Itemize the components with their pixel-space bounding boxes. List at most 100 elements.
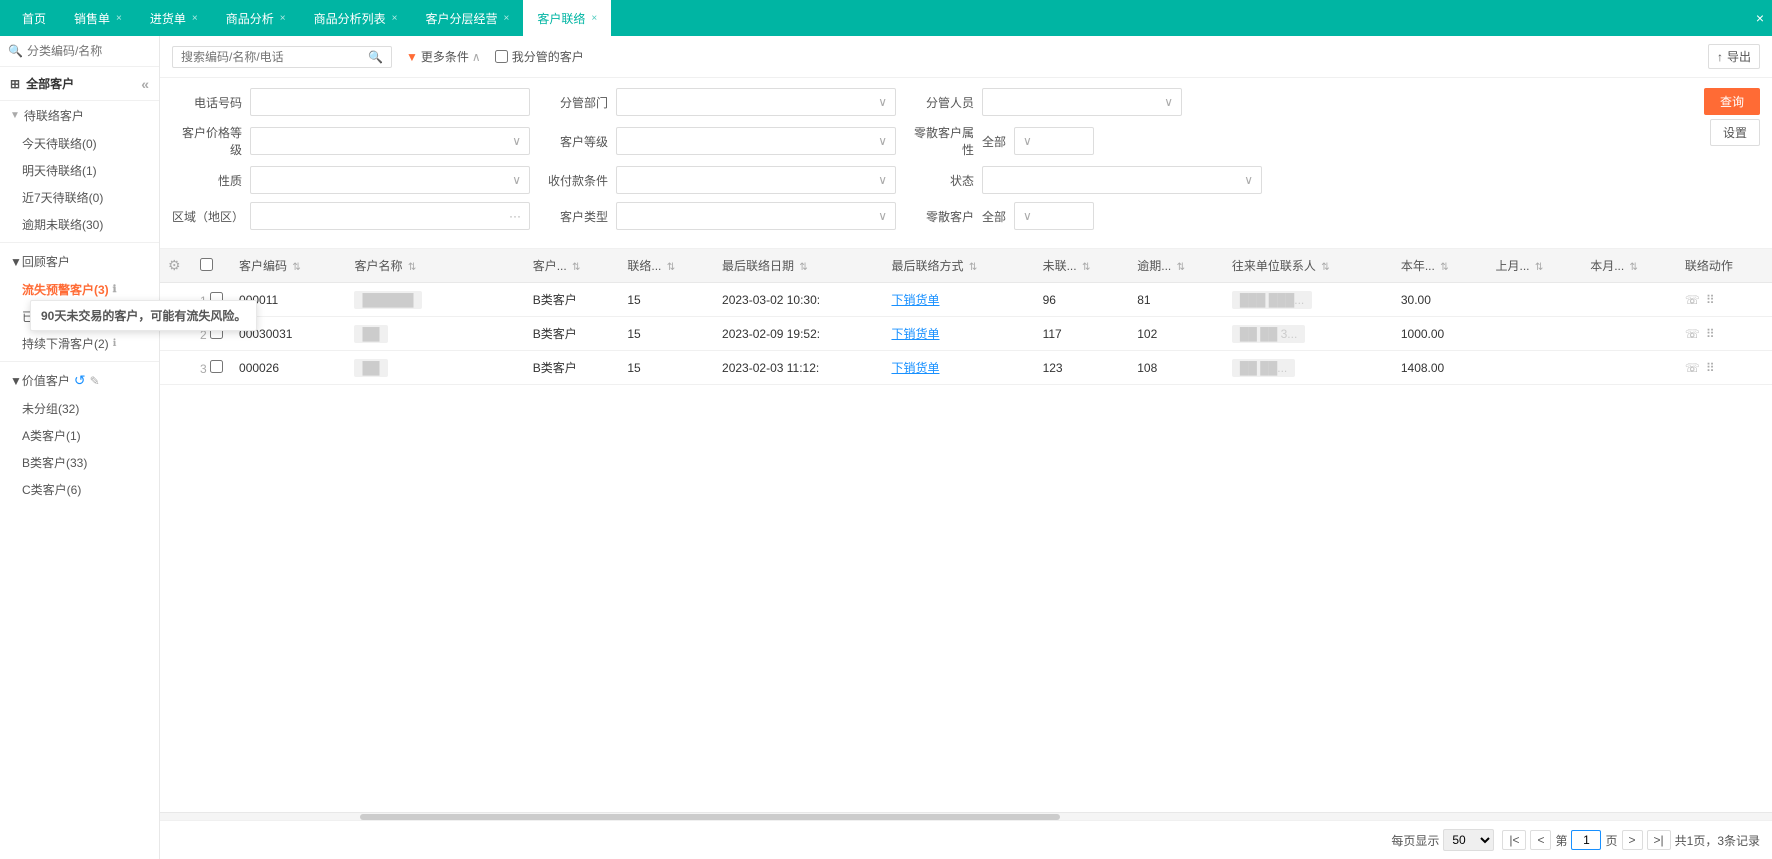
table-row: 3 000026 ██ B类客户 15 2023-02-03 11:12: 下销… bbox=[160, 351, 1772, 385]
contact-method-link-0[interactable]: 下销货单 bbox=[891, 293, 939, 307]
close-customer-layer-tab[interactable]: × bbox=[503, 13, 509, 24]
contact-method-link-1[interactable]: 下销货单 bbox=[891, 327, 939, 341]
nav-product-analysis[interactable]: 商品分析 × bbox=[212, 0, 300, 36]
refresh-value-icon[interactable]: ↺ bbox=[74, 372, 86, 389]
filter-panel: 电话号码 分管部门 ∨ 分管人员 ∨ ··· 客户价格等级 bbox=[160, 78, 1772, 249]
cell-name-1: ██ bbox=[346, 317, 524, 351]
select-payment[interactable]: ∨ bbox=[616, 166, 896, 194]
select-all-checkbox[interactable] bbox=[200, 258, 213, 271]
sidebar-all-customers[interactable]: ⊞ 全部客户 « bbox=[0, 67, 159, 101]
select-customer-level[interactable]: ∨ bbox=[616, 127, 896, 155]
col-contacts[interactable]: 联络... ⇅ bbox=[619, 249, 714, 283]
col-this-month[interactable]: 本月... ⇅ bbox=[1582, 249, 1677, 283]
close-purchase-tab[interactable]: × bbox=[192, 13, 198, 24]
my-customers-checkbox[interactable]: 我分管的客户 bbox=[495, 48, 584, 65]
sidebar-group-value[interactable]: ▼ 价值客户 ↺ ✎ bbox=[0, 366, 159, 395]
nav-purchase[interactable]: 进货单 × bbox=[136, 0, 212, 36]
cell-person-2: ██ ██... bbox=[1224, 351, 1393, 385]
scrollbar-thumb[interactable] bbox=[360, 814, 1060, 820]
settings-button[interactable]: 设置 bbox=[1710, 119, 1760, 146]
info-icon-declining: ℹ bbox=[113, 338, 117, 349]
gear-settings-icon[interactable]: ⚙ bbox=[168, 257, 181, 273]
next-page-button[interactable]: > bbox=[1622, 830, 1643, 850]
sidebar-item-tomorrow[interactable]: 明天待联络(1) bbox=[0, 157, 159, 184]
sidebar-item-overdue[interactable]: 逾期未联络(30) bbox=[0, 211, 159, 238]
chevron-payment-icon: ∨ bbox=[878, 173, 887, 187]
sidebar-item-7days[interactable]: 近7天待联络(0) bbox=[0, 184, 159, 211]
sidebar-item-c-class[interactable]: C类客户(6) bbox=[0, 476, 159, 503]
sidebar-group-pending[interactable]: ▼ 待联络客户 bbox=[0, 101, 159, 130]
sidebar-item-ungrouped[interactable]: 未分组(32) bbox=[0, 395, 159, 422]
export-icon: ↑ bbox=[1717, 50, 1723, 64]
select-manager[interactable]: ∨ bbox=[982, 88, 1182, 116]
filter-more-button[interactable]: ▼ 更多条件 ∧ bbox=[400, 45, 487, 68]
page-size-select[interactable]: 50 100 200 bbox=[1443, 829, 1494, 851]
select-dept[interactable]: ∨ bbox=[616, 88, 896, 116]
collapse-sidebar-icon[interactable]: « bbox=[141, 76, 149, 92]
col-last-month[interactable]: 上月... ⇅ bbox=[1488, 249, 1583, 283]
close-sales-tab[interactable]: × bbox=[116, 13, 122, 24]
action-icon-phone-2[interactable]: ☏ bbox=[1685, 361, 1700, 375]
select-nature[interactable]: ∨ bbox=[250, 166, 530, 194]
region-more-dots[interactable]: ··· bbox=[509, 209, 521, 223]
sidebar-section-review: ▼ 回顾客户 流失预警客户(3) ℹ 90天未交易的客户，可能有流失风险。 已流… bbox=[0, 247, 159, 357]
contact-method-link-2[interactable]: 下销货单 bbox=[891, 361, 939, 375]
toolbar-search-input[interactable] bbox=[181, 50, 368, 64]
nav-sales[interactable]: 销售单 × bbox=[60, 0, 136, 36]
select-scattered-attr[interactable]: ∨ bbox=[1014, 127, 1094, 155]
toolbar-search-icon[interactable]: 🔍 bbox=[368, 50, 383, 64]
col-last-date[interactable]: 最后联络日期 ⇅ bbox=[714, 249, 883, 283]
nav-product-analysis-list[interactable]: 商品分析列表 × bbox=[300, 0, 412, 36]
top-nav: 首页 销售单 × 进货单 × 商品分析 × 商品分析列表 × 客户分层经营 × … bbox=[0, 0, 1772, 36]
action-icon-more-0[interactable]: ⠿ bbox=[1706, 293, 1715, 307]
sidebar-group-review[interactable]: ▼ 回顾客户 bbox=[0, 247, 159, 276]
select-price-level[interactable]: ∨ bbox=[250, 127, 530, 155]
my-customers-check[interactable] bbox=[495, 50, 508, 63]
sidebar-item-declining[interactable]: 持续下滑客户(2) ℹ bbox=[0, 330, 159, 357]
col-last-method[interactable]: 最后联络方式 ⇅ bbox=[883, 249, 1034, 283]
cell-thismonth-2 bbox=[1582, 351, 1677, 385]
last-page-button[interactable]: >| bbox=[1647, 830, 1671, 850]
prev-page-button[interactable]: < bbox=[1530, 830, 1551, 850]
nav-customer-contact[interactable]: 客户联络 × bbox=[523, 0, 611, 36]
query-button[interactable]: 查询 bbox=[1704, 88, 1760, 115]
action-icon-more-2[interactable]: ⠿ bbox=[1706, 361, 1715, 375]
action-icon-more-1[interactable]: ⠿ bbox=[1706, 327, 1715, 341]
select-region[interactable]: ··· bbox=[250, 202, 530, 230]
select-status[interactable]: ∨ bbox=[982, 166, 1262, 194]
nav-home[interactable]: 首页 bbox=[8, 0, 60, 36]
cell-nocontact-1: 117 bbox=[1035, 317, 1130, 351]
sidebar-item-today[interactable]: 今天待联络(0) bbox=[0, 130, 159, 157]
row-checkbox-2[interactable] bbox=[210, 360, 223, 373]
close-product-analysis-tab[interactable]: × bbox=[280, 13, 286, 24]
close-all-button[interactable]: × bbox=[1756, 10, 1764, 26]
select-scattered[interactable]: ∨ bbox=[1014, 202, 1094, 230]
col-contact-person[interactable]: 往来单位联系人 ⇅ bbox=[1224, 249, 1393, 283]
cell-checkbox-2: 3 bbox=[192, 351, 231, 385]
cell-date-0: 2023-03-02 10:30: bbox=[714, 283, 883, 317]
sort-lastmonth-icon: ⇅ bbox=[1535, 262, 1543, 273]
horizontal-scrollbar[interactable] bbox=[160, 812, 1772, 820]
action-icon-phone-0[interactable]: ☏ bbox=[1685, 293, 1700, 307]
input-phone[interactable] bbox=[250, 88, 530, 116]
edit-value-icon[interactable]: ✎ bbox=[90, 374, 100, 388]
sidebar-item-churn-warning[interactable]: 流失预警客户(3) ℹ 90天未交易的客户，可能有流失风险。 bbox=[0, 276, 159, 303]
close-customer-contact-tab[interactable]: × bbox=[591, 13, 597, 24]
col-name[interactable]: 客户名称 ⇅ bbox=[346, 249, 524, 283]
select-customer-type[interactable]: ∨ bbox=[616, 202, 896, 230]
col-type[interactable]: 客户... ⇅ bbox=[525, 249, 620, 283]
col-code[interactable]: 客户编码 ⇅ bbox=[231, 249, 346, 283]
col-no-contact[interactable]: 未联... ⇅ bbox=[1035, 249, 1130, 283]
col-this-year[interactable]: 本年... ⇅ bbox=[1393, 249, 1488, 283]
nav-customer-layer[interactable]: 客户分层经营 × bbox=[411, 0, 523, 36]
action-icon-phone-1[interactable]: ☏ bbox=[1685, 327, 1700, 341]
first-page-button[interactable]: |< bbox=[1502, 830, 1526, 850]
col-overdue[interactable]: 逾期... ⇅ bbox=[1129, 249, 1224, 283]
sidebar-item-b-class[interactable]: B类客户(33) bbox=[0, 449, 159, 476]
page-number-input[interactable] bbox=[1571, 830, 1601, 850]
sidebar-item-a-class[interactable]: A类客户(1) bbox=[0, 422, 159, 449]
cell-nocontact-2: 123 bbox=[1035, 351, 1130, 385]
close-product-list-tab[interactable]: × bbox=[392, 13, 398, 24]
export-button[interactable]: ↑ 导出 bbox=[1708, 44, 1760, 69]
sidebar-search-input[interactable] bbox=[27, 44, 182, 58]
